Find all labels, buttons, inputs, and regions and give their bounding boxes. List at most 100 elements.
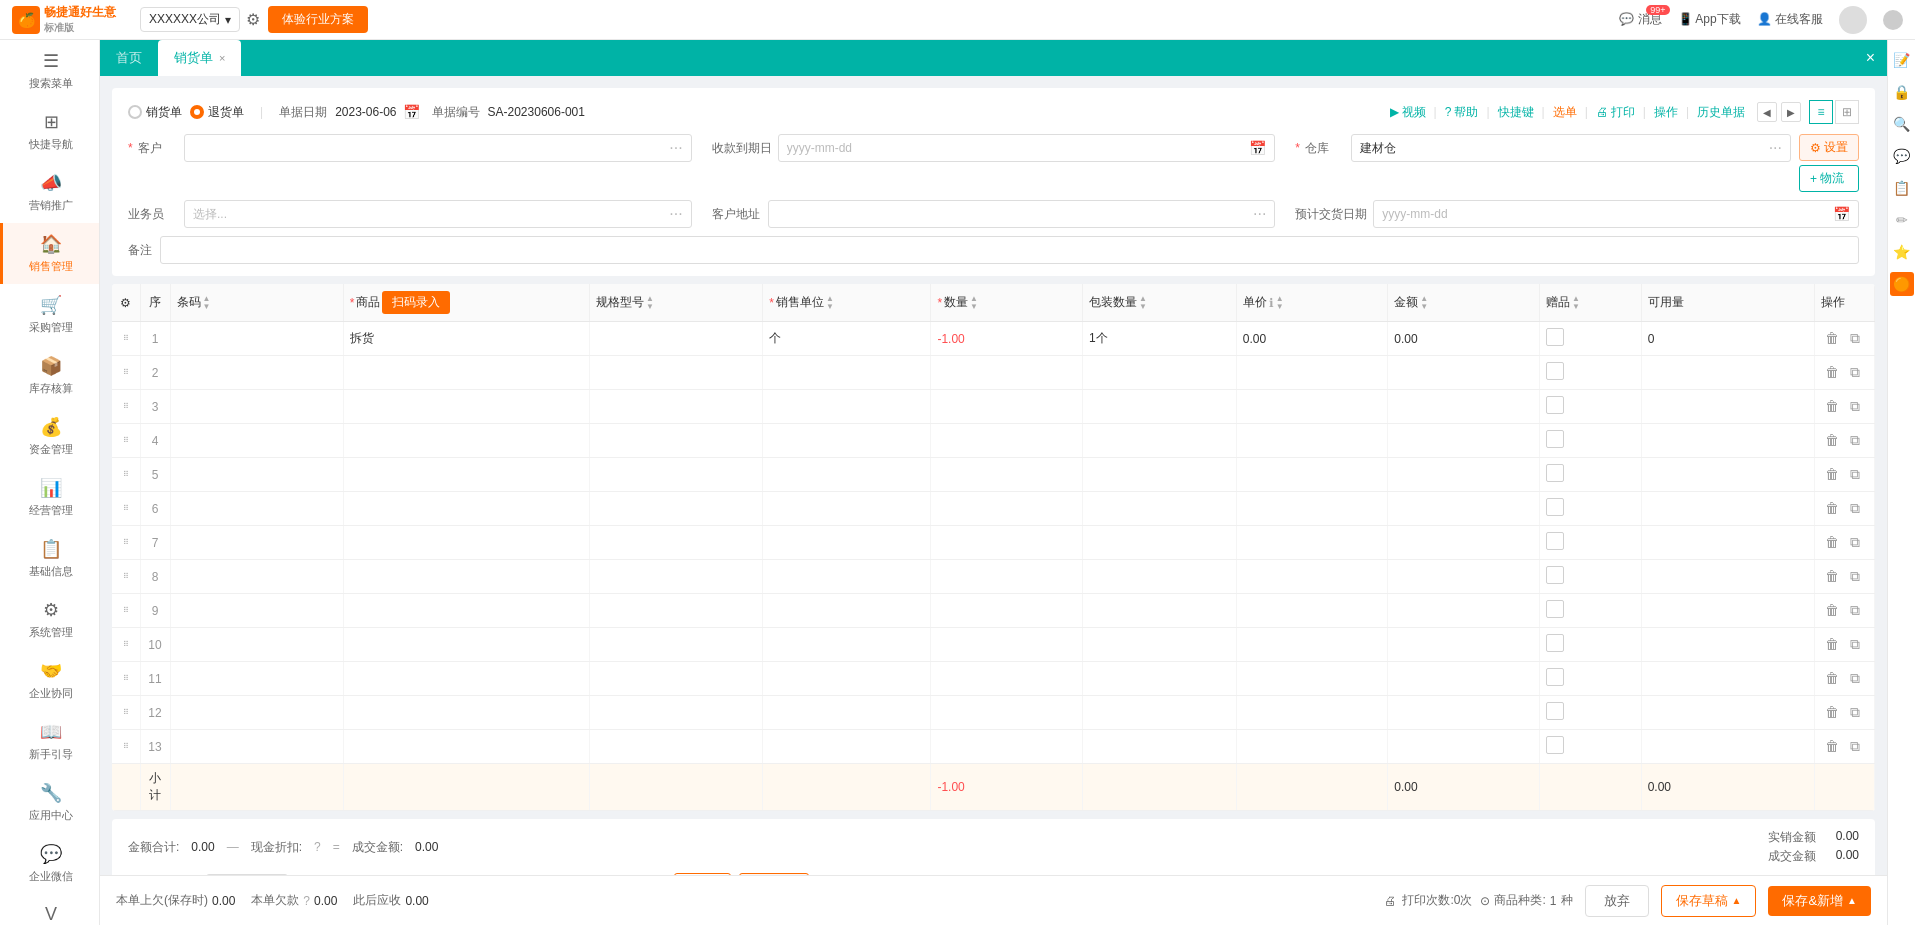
copy-row-icon[interactable]: ⧉: [1846, 532, 1864, 552]
row-goods[interactable]: [343, 696, 589, 730]
form-settings-button[interactable]: ⚙ 设置: [1799, 134, 1859, 161]
delete-row-icon[interactable]: 🗑: [1821, 430, 1843, 450]
save-draft-button[interactable]: 保存草稿 ▲: [1661, 885, 1757, 917]
list-view-btn[interactable]: ≡: [1809, 100, 1833, 124]
row-spec[interactable]: [590, 662, 763, 696]
row-amount[interactable]: [1388, 662, 1540, 696]
gift-checkbox[interactable]: [1546, 668, 1564, 686]
row-qty[interactable]: [931, 390, 1083, 424]
row-unit-price[interactable]: [1236, 730, 1388, 764]
amount-info-icon[interactable]: —: [227, 840, 239, 854]
row-amount[interactable]: [1388, 424, 1540, 458]
row-qty[interactable]: [931, 628, 1083, 662]
row-pkg-qty[interactable]: [1083, 560, 1237, 594]
copy-row-icon[interactable]: ⧉: [1846, 736, 1864, 756]
row-unit-price[interactable]: [1236, 560, 1388, 594]
row-spec[interactable]: [590, 628, 763, 662]
sidebar-item-system[interactable]: ⚙ 系统管理: [0, 589, 99, 650]
price-sort[interactable]: ▲▼: [1276, 295, 1284, 311]
row-unit[interactable]: [763, 628, 931, 662]
row-goods[interactable]: [343, 492, 589, 526]
row-barcode[interactable]: [170, 356, 343, 390]
radio-sales[interactable]: 销货单: [128, 104, 182, 121]
th-amount[interactable]: 金额 ▲▼: [1388, 284, 1540, 322]
receive-date-calendar-icon[interactable]: 📅: [1249, 140, 1266, 156]
row-goods[interactable]: [343, 662, 589, 696]
gift-checkbox[interactable]: [1546, 464, 1564, 482]
sidebar-item-finance[interactable]: 💰 资金管理: [0, 406, 99, 467]
sidebar-item-purchase[interactable]: 🛒 采购管理: [0, 284, 99, 345]
row-qty[interactable]: [931, 458, 1083, 492]
row-spec[interactable]: [590, 492, 763, 526]
copy-row-icon[interactable]: ⧉: [1846, 634, 1864, 654]
row-goods[interactable]: [343, 356, 589, 390]
row-unit-price[interactable]: [1236, 628, 1388, 662]
sidebar-item-apps[interactable]: 🔧 应用中心: [0, 772, 99, 833]
copy-row-icon[interactable]: ⧉: [1846, 328, 1864, 348]
receive-date-input[interactable]: yyyy-mm-dd 📅: [778, 134, 1276, 162]
row-qty[interactable]: [931, 730, 1083, 764]
delete-row-icon[interactable]: 🗑: [1821, 396, 1843, 416]
row-gift[interactable]: [1540, 458, 1642, 492]
row-drag-icon[interactable]: ⠿: [118, 675, 134, 683]
row-gift[interactable]: [1540, 662, 1642, 696]
row-barcode[interactable]: [170, 526, 343, 560]
row-amount[interactable]: [1388, 696, 1540, 730]
right-icon-chat[interactable]: 💬: [1890, 144, 1914, 168]
delete-row-icon[interactable]: 🗑: [1821, 464, 1843, 484]
right-icon-orange[interactable]: 🟠: [1890, 272, 1914, 296]
row-qty[interactable]: [931, 594, 1083, 628]
row-goods[interactable]: [343, 390, 589, 424]
tab-close-icon[interactable]: ×: [219, 52, 225, 64]
row-barcode[interactable]: [170, 492, 343, 526]
copy-row-icon[interactable]: ⧉: [1846, 600, 1864, 620]
row-drag-icon[interactable]: ⠿: [118, 369, 134, 377]
copy-row-icon[interactable]: ⧉: [1846, 566, 1864, 586]
spec-sort[interactable]: ▲▼: [646, 295, 654, 311]
row-gift[interactable]: [1540, 560, 1642, 594]
row-goods[interactable]: [343, 424, 589, 458]
save-new-button[interactable]: 保存&新增 ▲: [1768, 886, 1871, 916]
sidebar-item-basic-info[interactable]: 📋 基础信息: [0, 528, 99, 589]
row-gift[interactable]: [1540, 322, 1642, 356]
company-selector[interactable]: XXXXXX公司 ▾: [140, 7, 240, 32]
delete-row-icon[interactable]: 🗑: [1821, 532, 1843, 552]
row-qty[interactable]: [931, 662, 1083, 696]
row-drag-icon[interactable]: ⠿: [118, 335, 134, 343]
row-spec[interactable]: [590, 356, 763, 390]
row-pkg-qty[interactable]: 1个: [1083, 322, 1237, 356]
row-unit[interactable]: [763, 356, 931, 390]
delete-row-icon[interactable]: 🗑: [1821, 600, 1843, 620]
right-icon-pen[interactable]: ✏: [1890, 208, 1914, 232]
avatar[interactable]: [1839, 6, 1867, 34]
row-pkg-qty[interactable]: [1083, 458, 1237, 492]
row-spec[interactable]: [590, 458, 763, 492]
th-spec[interactable]: 规格型号 ▲▼: [590, 284, 763, 322]
gift-checkbox[interactable]: [1546, 600, 1564, 618]
gift-checkbox[interactable]: [1546, 702, 1564, 720]
cash-discount-info-icon[interactable]: ?: [314, 840, 321, 854]
row-spec[interactable]: [590, 424, 763, 458]
row-barcode[interactable]: [170, 390, 343, 424]
copy-row-icon[interactable]: ⧉: [1846, 396, 1864, 416]
row-pkg-qty[interactable]: [1083, 628, 1237, 662]
right-icon-search[interactable]: 🔍: [1890, 112, 1914, 136]
row-drag-icon[interactable]: ⠿: [118, 403, 134, 411]
prev-record-btn[interactable]: ◀: [1757, 102, 1777, 122]
row-gift[interactable]: [1540, 356, 1642, 390]
date-calendar-icon[interactable]: 📅: [403, 104, 420, 120]
grid-view-btn[interactable]: ⊞: [1835, 100, 1859, 124]
right-icon-edit[interactable]: 📝: [1890, 48, 1914, 72]
discard-button[interactable]: 放弃: [1585, 885, 1649, 917]
row-unit[interactable]: [763, 390, 931, 424]
row-unit-price[interactable]: [1236, 356, 1388, 390]
delete-row-icon[interactable]: 🗑: [1821, 736, 1843, 756]
sidebar-item-inventory[interactable]: 📦 库存核算: [0, 345, 99, 406]
row-drag-icon[interactable]: ⠿: [118, 505, 134, 513]
expected-date-calendar-icon[interactable]: 📅: [1833, 206, 1850, 222]
row-gift[interactable]: [1540, 424, 1642, 458]
row-drag-icon[interactable]: ⠿: [118, 607, 134, 615]
copy-row-icon[interactable]: ⧉: [1846, 668, 1864, 688]
row-goods[interactable]: [343, 628, 589, 662]
delete-row-icon[interactable]: 🗑: [1821, 702, 1843, 722]
